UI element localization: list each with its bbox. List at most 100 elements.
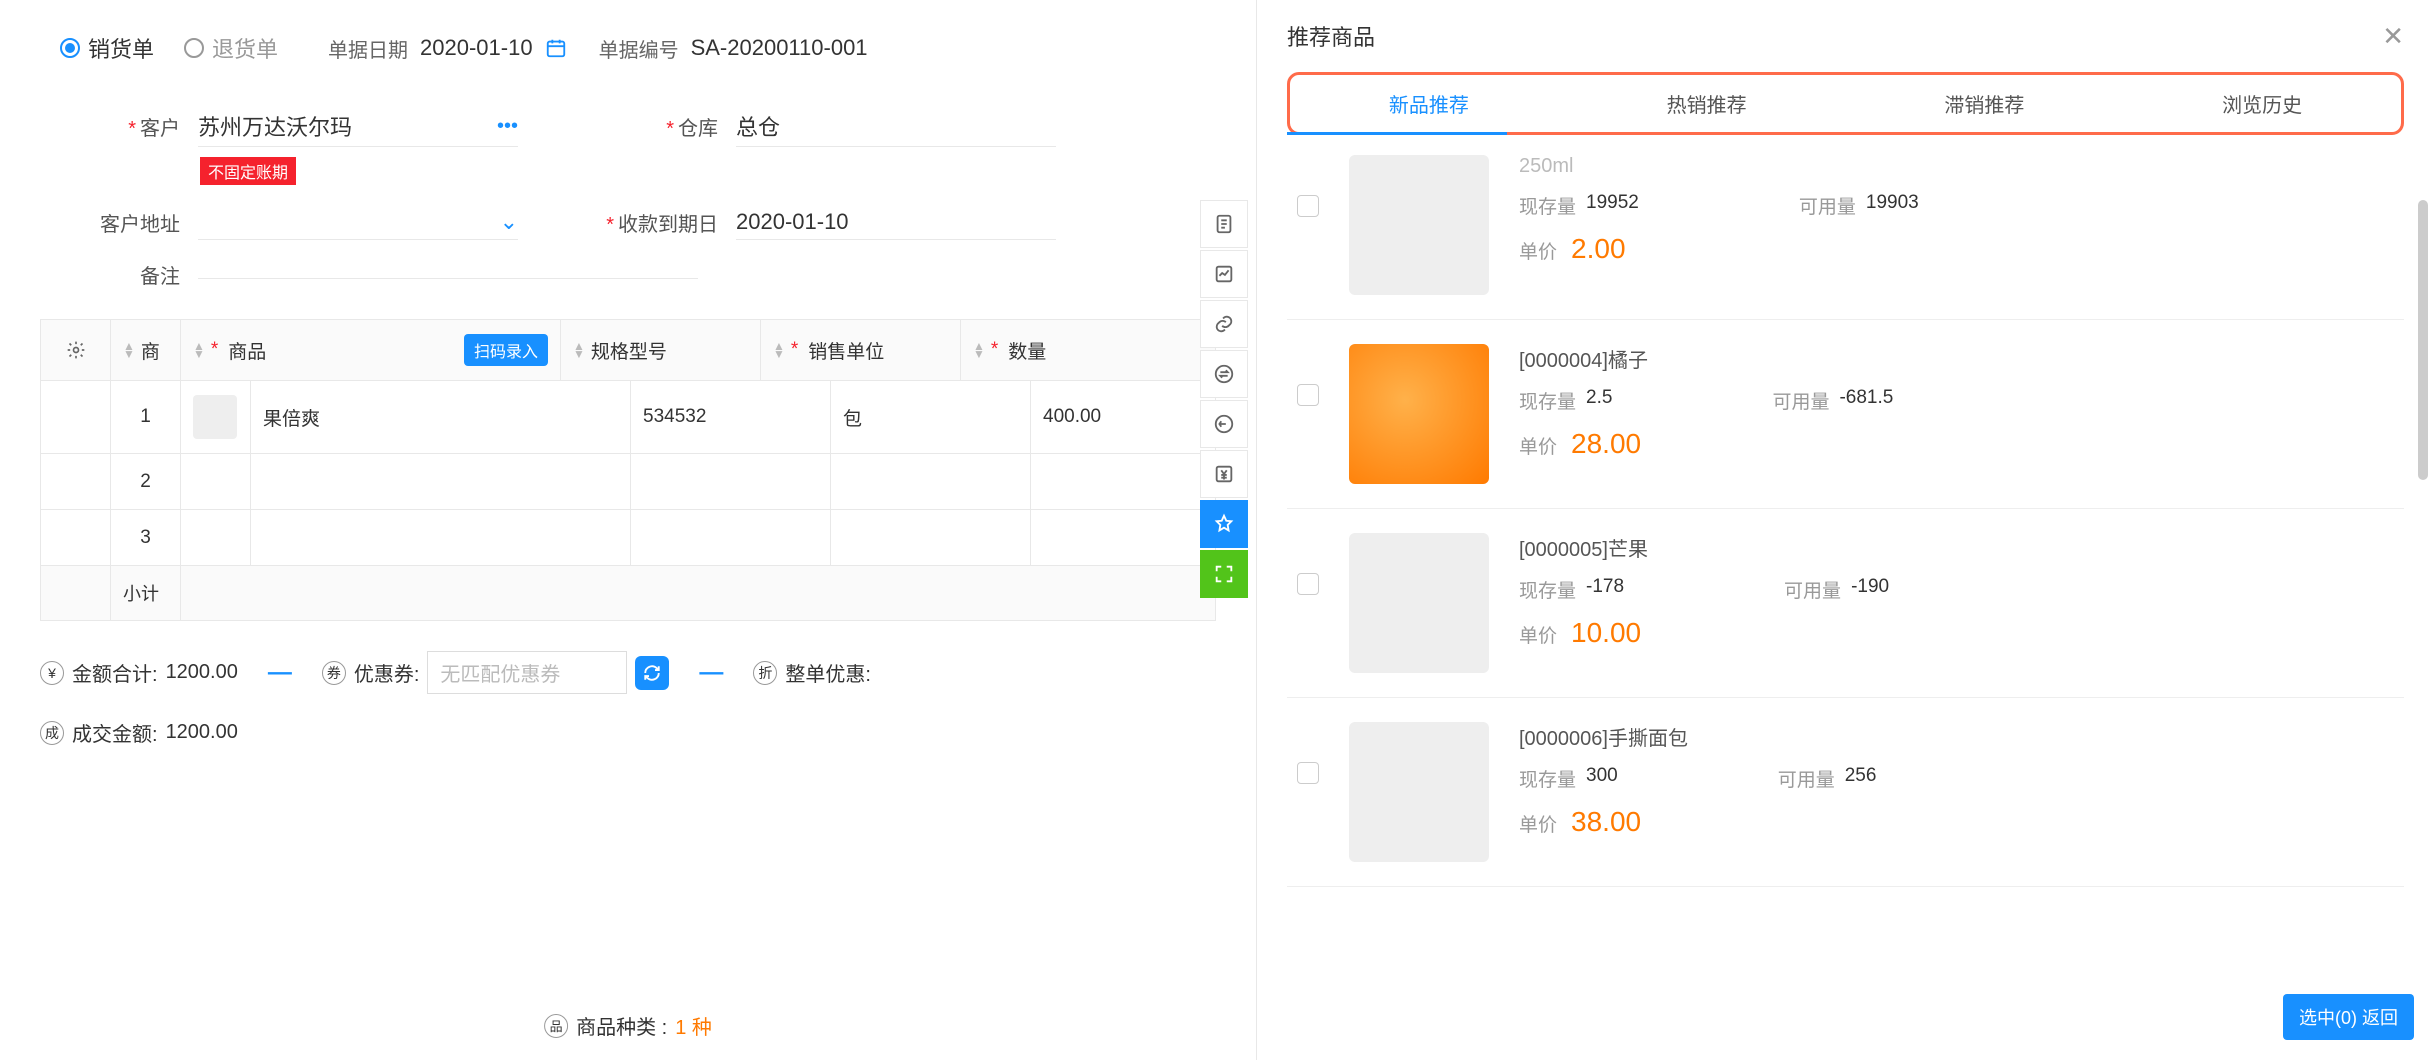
yen-icon: ¥ xyxy=(40,661,64,685)
row-qty xyxy=(1031,510,1151,565)
refresh-button[interactable] xyxy=(635,656,669,690)
rec-item-title: 250ml xyxy=(1519,155,2394,178)
price-value: 38.00 xyxy=(1571,806,1641,838)
product-thumb xyxy=(193,395,237,439)
rec-item-title: [0000006]手撕面包 xyxy=(1519,722,2394,751)
recommend-item: [0000004]橘子现存量2.5可用量-681.5单价28.00 xyxy=(1287,320,2404,509)
tool-swap-icon[interactable] xyxy=(1200,350,1248,398)
rec-tab-new[interactable]: 新品推荐 xyxy=(1290,89,1568,118)
coupon-icon: 券 xyxy=(322,661,346,685)
remark-field[interactable] xyxy=(198,270,698,279)
row-unit xyxy=(831,510,1031,565)
col-img[interactable]: ▲▼商 xyxy=(111,320,181,380)
rec-item-checkbox[interactable] xyxy=(1297,762,1319,784)
tool-currency-icon[interactable] xyxy=(1200,450,1248,498)
doc-date-value[interactable]: 2020-01-10 xyxy=(420,35,533,61)
more-icon[interactable]: ••• xyxy=(497,115,518,138)
stock-value: 300 xyxy=(1586,765,1618,792)
due-field[interactable]: 2020-01-10 xyxy=(736,205,1056,240)
row-index: 3 xyxy=(111,510,181,565)
rec-tab-history[interactable]: 浏览历史 xyxy=(2123,89,2401,118)
col-qty[interactable]: ▲▼*数量 xyxy=(961,320,1081,380)
warehouse-label: 仓库 xyxy=(678,118,718,140)
price-label: 单价 xyxy=(1519,432,1557,459)
customer-label: 客户 xyxy=(140,118,180,140)
discount-icon: 折 xyxy=(753,661,777,685)
sort-icon: ▲▼ xyxy=(193,342,205,358)
tab-sales-order[interactable]: 销货单 xyxy=(60,32,154,64)
rec-item-image xyxy=(1349,533,1489,673)
close-icon[interactable]: ✕ xyxy=(2382,21,2404,52)
row-unit xyxy=(831,454,1031,509)
rec-tab-slow[interactable]: 滞销推荐 xyxy=(1846,89,2124,118)
tab-label: 退货单 xyxy=(212,32,278,64)
sort-icon: ▲▼ xyxy=(573,342,585,358)
selected-return-button[interactable]: 选中(0) 返回 xyxy=(2283,994,2414,1040)
rec-item-checkbox[interactable] xyxy=(1297,573,1319,595)
final-icon: 成 xyxy=(40,721,64,745)
row-qty: 400.00 xyxy=(1031,381,1151,453)
price-value: 10.00 xyxy=(1571,617,1641,649)
table-row[interactable]: 2 xyxy=(41,454,1215,510)
price-label: 单价 xyxy=(1519,237,1557,264)
tab-return-order[interactable]: 退货单 xyxy=(184,32,278,64)
table-row[interactable]: 3 xyxy=(41,510,1215,566)
row-name: 果倍爽 xyxy=(251,381,631,453)
tool-expand-icon[interactable] xyxy=(1200,550,1248,598)
chevron-down-icon: ⌄ xyxy=(500,209,518,235)
price-value: 28.00 xyxy=(1571,428,1641,460)
row-index: 1 xyxy=(111,381,181,453)
row-index: 2 xyxy=(111,454,181,509)
due-label: 收款到期日 xyxy=(618,214,718,236)
rec-item-image xyxy=(1349,344,1489,484)
discount-label: 整单优惠: xyxy=(785,658,871,687)
avail-value: 19903 xyxy=(1866,192,1919,219)
final-value: 1200.00 xyxy=(166,721,238,744)
recommend-item: [0000005]芒果现存量-178可用量-190单价10.00 xyxy=(1287,509,2404,698)
rec-item-checkbox[interactable] xyxy=(1297,195,1319,217)
items-table: ▲▼商 ▲▼*商品扫码录入 ▲▼规格型号 ▲▼*销售单位 ▲▼*数量 1果倍爽5… xyxy=(40,319,1216,621)
row-unit: 包 xyxy=(831,381,1031,453)
calendar-icon[interactable] xyxy=(545,37,567,59)
stock-label: 现存量 xyxy=(1519,387,1576,414)
rec-tab-hot[interactable]: 热销推荐 xyxy=(1568,89,1846,118)
doc-date-label: 单据日期 xyxy=(328,34,408,63)
dash-icon: — xyxy=(699,659,723,687)
stock-label: 现存量 xyxy=(1519,765,1576,792)
stock-value: -178 xyxy=(1586,576,1624,603)
warehouse-field[interactable]: 总仓 xyxy=(736,106,1056,147)
tool-chart-icon[interactable] xyxy=(1200,250,1248,298)
tool-notes-icon[interactable] xyxy=(1200,200,1248,248)
customer-field[interactable]: 苏州万达沃尔玛 ••• xyxy=(198,106,518,147)
rec-item-checkbox[interactable] xyxy=(1297,384,1319,406)
row-name xyxy=(251,510,631,565)
avail-value: 256 xyxy=(1845,765,1877,792)
avail-label: 可用量 xyxy=(1799,192,1856,219)
final-label: 成交金额: xyxy=(72,718,158,747)
due-value: 2020-01-10 xyxy=(736,209,849,235)
col-unit[interactable]: ▲▼*销售单位 xyxy=(761,320,961,380)
rec-item-image xyxy=(1349,722,1489,862)
stock-value: 19952 xyxy=(1586,192,1639,219)
address-field[interactable]: ⌄ xyxy=(198,205,518,240)
scrollbar[interactable] xyxy=(2418,200,2428,480)
tool-star-icon[interactable] xyxy=(1200,500,1248,548)
dash-icon: — xyxy=(268,659,292,687)
recommend-tabs: 新品推荐 热销推荐 滞销推荐 浏览历史 xyxy=(1287,72,2404,135)
doc-no-label: 单据编号 xyxy=(599,34,679,63)
recommend-item: [0000006]手撕面包现存量300可用量256单价38.00 xyxy=(1287,698,2404,887)
scan-entry-button[interactable]: 扫码录入 xyxy=(464,334,548,366)
avail-value: -190 xyxy=(1851,576,1889,603)
row-spec xyxy=(631,454,831,509)
sort-icon: ▲▼ xyxy=(123,342,135,358)
stock-label: 现存量 xyxy=(1519,576,1576,603)
tool-link-icon[interactable] xyxy=(1200,300,1248,348)
customer-value: 苏州万达沃尔玛 xyxy=(198,110,352,142)
col-name[interactable]: ▲▼*商品扫码录入 xyxy=(181,320,561,380)
avail-label: 可用量 xyxy=(1778,765,1835,792)
table-row[interactable]: 1果倍爽534532包400.00 xyxy=(41,381,1215,454)
col-spec[interactable]: ▲▼规格型号 xyxy=(561,320,761,380)
tool-return-icon[interactable] xyxy=(1200,400,1248,448)
table-settings-button[interactable] xyxy=(41,320,111,380)
coupon-input[interactable]: 无匹配优惠券 xyxy=(427,651,627,694)
